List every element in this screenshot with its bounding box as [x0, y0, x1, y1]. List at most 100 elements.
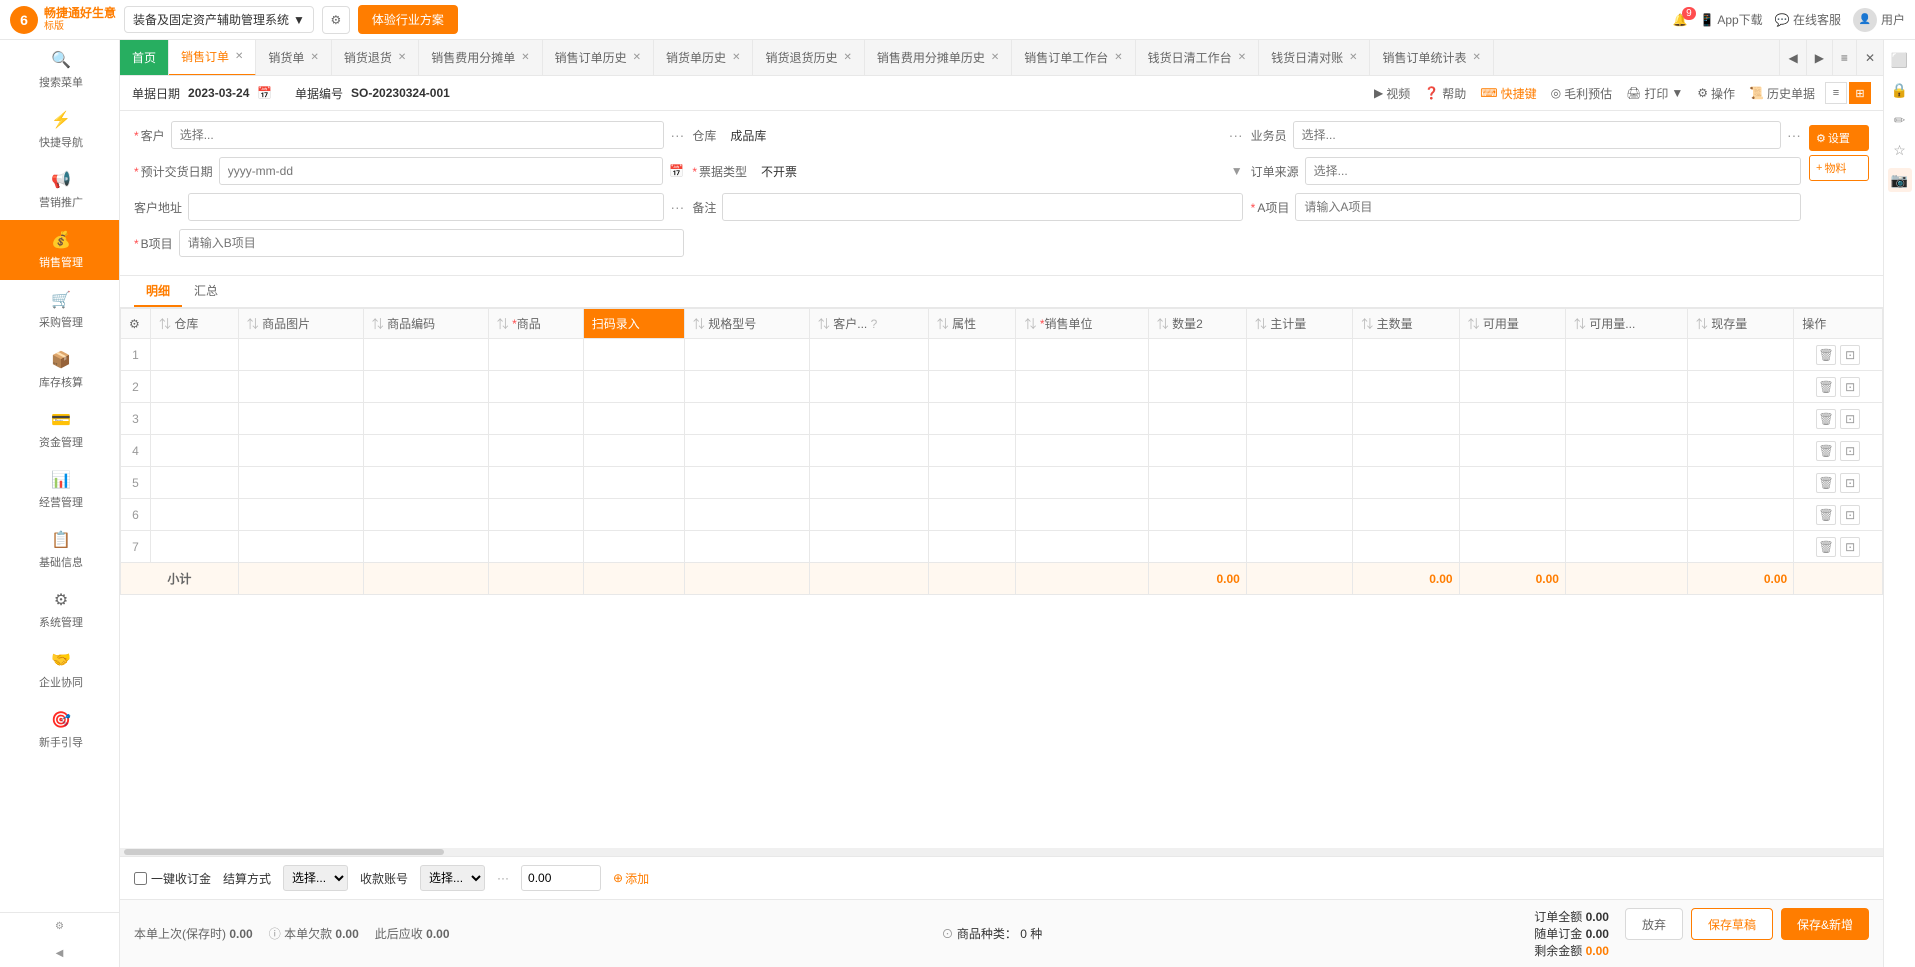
row-main-unit[interactable] [1246, 531, 1352, 563]
row-available[interactable] [1459, 371, 1565, 403]
amount-input[interactable] [521, 865, 601, 891]
row-main-qty[interactable] [1353, 435, 1459, 467]
online-service[interactable]: 💬 在线客服 [1775, 11, 1841, 28]
profit-btn[interactable]: ◎ 毛利预估 [1547, 83, 1617, 104]
tab-next-btn[interactable]: ▶ [1806, 40, 1832, 76]
row-customer-code[interactable] [809, 531, 928, 563]
sidebar-item-7[interactable]: 📊经营管理 [0, 460, 119, 520]
row-spec[interactable] [684, 435, 809, 467]
order-source-input[interactable] [1305, 157, 1801, 185]
warehouse-dots[interactable]: ··· [1229, 127, 1243, 143]
tab-close-4[interactable]: ✕ [521, 52, 529, 63]
row-copy-btn[interactable]: ⊡ [1840, 345, 1860, 365]
shortcut-btn[interactable]: ⌨ 快捷键 [1476, 83, 1540, 104]
row-available[interactable] [1459, 467, 1565, 499]
row-main-qty[interactable] [1353, 531, 1459, 563]
row-main-unit[interactable] [1246, 467, 1352, 499]
tab-7[interactable]: 销货退货历史✕ [753, 40, 864, 76]
row-copy-btn[interactable]: ⊡ [1840, 473, 1860, 493]
tab-close-1[interactable]: ✕ [235, 51, 243, 62]
print-btn[interactable]: 🖨 打印 ▼ [1622, 83, 1687, 104]
row-main-qty[interactable] [1353, 499, 1459, 531]
row-copy-btn[interactable]: ⊡ [1840, 537, 1860, 557]
tab-close-5[interactable]: ✕ [633, 52, 641, 63]
row-current[interactable] [1687, 467, 1793, 499]
row-available2[interactable] [1565, 435, 1687, 467]
tab-3[interactable]: 销货退货✕ [332, 40, 419, 76]
row-unit[interactable] [1016, 499, 1148, 531]
row-current[interactable] [1687, 499, 1793, 531]
row-code[interactable] [363, 371, 488, 403]
row-attr[interactable] [928, 531, 1016, 563]
industry-button[interactable]: 体验行业方案 [358, 5, 458, 34]
row-spec[interactable] [684, 339, 809, 371]
tab-close-8[interactable]: ✕ [991, 52, 999, 63]
tab-8[interactable]: 销售费用分摊单历史✕ [865, 40, 1012, 76]
row-available2[interactable] [1565, 531, 1687, 563]
b-project-input[interactable] [179, 229, 684, 257]
salesperson-input[interactable] [1293, 121, 1781, 149]
tab-close-10[interactable]: ✕ [1238, 52, 1246, 63]
row-current[interactable] [1687, 371, 1793, 403]
row-copy-btn[interactable]: ⊡ [1840, 505, 1860, 525]
setup-btn[interactable]: ⚙ 设置 [1809, 125, 1869, 151]
row-main-qty[interactable] [1353, 403, 1459, 435]
row-product[interactable] [488, 467, 583, 499]
a-project-input[interactable] [1295, 193, 1801, 221]
row-current[interactable] [1687, 531, 1793, 563]
row-spec[interactable] [684, 467, 809, 499]
history-btn[interactable]: 📜 历史单据 [1745, 83, 1819, 104]
customer-input[interactable] [171, 121, 665, 149]
row-main-unit[interactable] [1246, 435, 1352, 467]
row-warehouse[interactable] [151, 531, 239, 563]
add-material-btn[interactable]: + 物料 [1809, 155, 1869, 181]
row-code[interactable] [363, 435, 488, 467]
row-product[interactable] [488, 531, 583, 563]
tab-4[interactable]: 销售费用分摊单✕ [419, 40, 542, 76]
sidebar-item-11[interactable]: 🎯新手引导 [0, 700, 119, 760]
row-current[interactable] [1687, 403, 1793, 435]
sidebar-item-10[interactable]: 🤝企业协同 [0, 640, 119, 700]
row-product[interactable] [488, 339, 583, 371]
row-unit[interactable] [1016, 435, 1148, 467]
row-delete-btn[interactable]: 🗑 [1816, 473, 1836, 493]
tab-summary[interactable]: 汇总 [182, 276, 230, 307]
row-warehouse[interactable] [151, 499, 239, 531]
app-download[interactable]: 📱 App下载 [1700, 11, 1763, 28]
row-main-unit[interactable] [1246, 499, 1352, 531]
tab-10[interactable]: 钱货日清工作台✕ [1136, 40, 1259, 76]
tab-close-2[interactable]: ✕ [310, 52, 318, 63]
row-customer-code[interactable] [809, 435, 928, 467]
customer-dots[interactable]: ··· [670, 127, 684, 143]
row-available2[interactable] [1565, 339, 1687, 371]
tab-6[interactable]: 销货单历史✕ [654, 40, 753, 76]
tab-close-btn[interactable]: ✕ [1856, 40, 1883, 76]
tab-close-11[interactable]: ✕ [1349, 52, 1357, 63]
row-qty2[interactable] [1148, 371, 1246, 403]
tab-expand-btn[interactable]: ≡ [1832, 40, 1856, 76]
tab-prev-btn[interactable]: ◀ [1779, 40, 1805, 76]
row-available2[interactable] [1565, 371, 1687, 403]
scroll-thumb[interactable] [124, 849, 444, 855]
settlement-select[interactable]: 选择... [283, 865, 348, 891]
row-attr[interactable] [928, 371, 1016, 403]
calendar-icon[interactable]: 📅 [257, 86, 272, 100]
right-panel-icon-1[interactable]: ⬜ [1888, 48, 1912, 72]
tab-close-9[interactable]: ✕ [1114, 52, 1122, 63]
sidebar-item-1[interactable]: ⚡快捷导航 [0, 100, 119, 160]
help-btn[interactable]: ❓ 帮助 [1420, 83, 1470, 104]
row-product[interactable] [488, 435, 583, 467]
row-available[interactable] [1459, 339, 1565, 371]
row-main-unit[interactable] [1246, 403, 1352, 435]
row-copy-btn[interactable]: ⊡ [1840, 409, 1860, 429]
row-attr[interactable] [928, 499, 1016, 531]
row-code[interactable] [363, 499, 488, 531]
system-selector[interactable]: 装备及固定资产辅助管理系统 ▼ [124, 6, 314, 33]
row-attr[interactable] [928, 339, 1016, 371]
row-available[interactable] [1459, 435, 1565, 467]
sidebar-item-2[interactable]: 📢营销推广 [0, 160, 119, 220]
calendar2-icon[interactable]: 📅 [669, 164, 684, 178]
user-area[interactable]: 👤 用户 [1853, 8, 1905, 32]
sidebar-item-6[interactable]: 💳资金管理 [0, 400, 119, 460]
row-unit[interactable] [1016, 339, 1148, 371]
